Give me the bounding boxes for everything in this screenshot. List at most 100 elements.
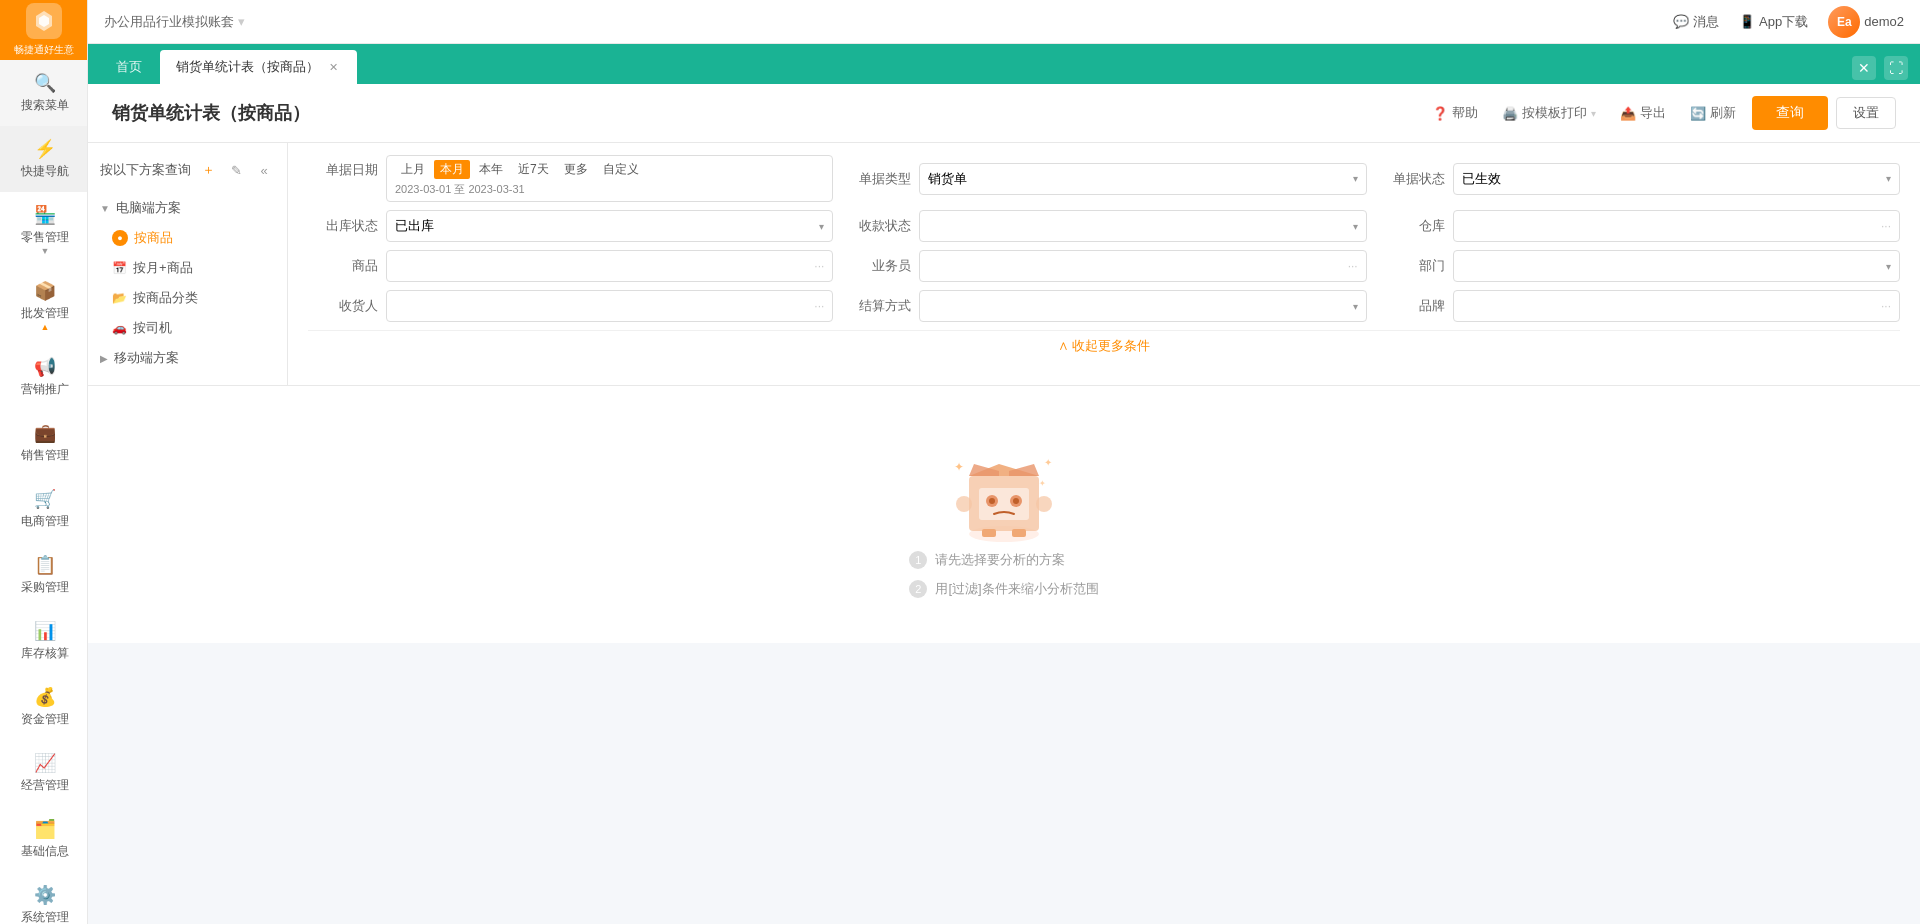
refresh-button[interactable]: 🔄 刷新 (1682, 98, 1744, 128)
svg-rect-7 (982, 529, 996, 537)
date-filter-input[interactable]: 上月 本月 本年 近7天 更多 自定义 2023-03-01 至 2023-03… (386, 155, 833, 202)
svg-rect-2 (979, 488, 1029, 520)
print-icon: 🖨️ (1502, 106, 1518, 121)
sidebar-item-system[interactable]: ⚙️ 系统管理 (0, 872, 87, 924)
avatar: Ea (1828, 6, 1860, 38)
sidebar-item-wholesale[interactable]: 📦 批发管理 ▲ (0, 268, 87, 344)
sidebar-item-search[interactable]: 🔍 搜索菜单 (0, 60, 87, 126)
warehouse-input[interactable]: ··· (1453, 210, 1900, 242)
svg-point-6 (1013, 498, 1019, 504)
settings-button[interactable]: 设置 (1836, 97, 1896, 129)
date-tab-more[interactable]: 更多 (558, 160, 594, 179)
receiver-label: 收货人 (308, 297, 378, 315)
doctype-label: 单据类型 (841, 170, 911, 188)
brand-input[interactable]: ··· (1453, 290, 1900, 322)
receiver-input[interactable]: ··· (386, 290, 833, 322)
tree-pc-section[interactable]: ▼ 电脑端方案 (88, 193, 287, 223)
sidebar-item-ecommerce[interactable]: 🛒 电商管理 (0, 476, 87, 542)
date-tab-thisyear[interactable]: 本年 (473, 160, 509, 179)
sidebar-item-basics[interactable]: 🗂️ 基础信息 (0, 806, 87, 872)
doctype-value: 销货单 (928, 170, 1352, 188)
tree-expand-arrow: ▼ (100, 203, 110, 214)
breadcrumb-text: 办公用品行业模拟账套 (104, 13, 234, 31)
tree-item-month-product[interactable]: 📅 按月+商品 (88, 253, 287, 283)
tree-dot-icon: ● (112, 230, 128, 246)
tip-1-text: 请先选择要分析的方案 (935, 546, 1065, 575)
tree-item-by-product[interactable]: ● 按商品 (88, 223, 287, 253)
receiptstatus-input[interactable]: ▾ (919, 210, 1366, 242)
refresh-icon: 🔄 (1690, 106, 1706, 121)
date-tab-lastmonth[interactable]: 上月 (395, 160, 431, 179)
date-tab-7days[interactable]: 近7天 (512, 160, 555, 179)
sidebar-item-inventory[interactable]: 📊 库存核算 (0, 608, 87, 674)
date-range: 2023-03-01 至 2023-03-31 (395, 182, 824, 197)
finance-icon: 💰 (34, 686, 56, 708)
empty-tip-1: 1 请先选择要分析的方案 (909, 546, 1098, 575)
tree-item-driver[interactable]: 🚗 按司机 (88, 313, 287, 343)
tab-close-button[interactable]: ✕ (325, 59, 341, 75)
date-tab-custom[interactable]: 自定义 (597, 160, 645, 179)
svg-rect-8 (1012, 529, 1026, 537)
sidebar-item-retail[interactable]: 🏪 零售管理 ▼ (0, 192, 87, 268)
query-button[interactable]: 查询 (1752, 96, 1828, 130)
wholesale-expand-icon: ▲ (41, 322, 50, 332)
app-download-action[interactable]: 📱 App下载 (1739, 13, 1808, 31)
docstatus-label: 单据状态 (1375, 170, 1445, 188)
sidebar-item-sales[interactable]: 💼 销售管理 (0, 410, 87, 476)
wholesale-icon: 📦 (34, 280, 56, 302)
sidebar-item-quicknav[interactable]: ⚡ 快捷导航 (0, 126, 87, 192)
date-tab-thismonth[interactable]: 本月 (434, 160, 470, 179)
avatar-initials: Ea (1837, 15, 1852, 29)
docstatus-input[interactable]: 已生效 ▾ (1453, 163, 1900, 195)
tab-home[interactable]: 首页 (100, 50, 158, 84)
payment-input[interactable]: ▾ (919, 290, 1366, 322)
brand-dots: ··· (1881, 299, 1891, 313)
sidebar-item-purchase[interactable]: 📋 采购管理 (0, 542, 87, 608)
user-action[interactable]: Ea demo2 (1828, 6, 1904, 38)
help-button[interactable]: ❓ 帮助 (1424, 98, 1486, 128)
filter-doctype-cell: 单据类型 销货单 ▾ (841, 155, 1366, 202)
dept-input[interactable]: ▾ (1453, 250, 1900, 282)
collapse-panel-button[interactable]: « (253, 159, 275, 181)
docstatus-arrow: ▾ (1886, 173, 1891, 184)
goods-input[interactable]: ··· (386, 250, 833, 282)
tree-item-product-cat[interactable]: 📂 按商品分类 (88, 283, 287, 313)
edit-scheme-button[interactable]: ✎ (225, 159, 247, 181)
tree-mobile-arrow: ▶ (100, 353, 108, 364)
tab-sales-report[interactable]: 销货单统计表（按商品） ✕ (160, 50, 357, 84)
tab-expand-button[interactable]: ⛶ (1884, 56, 1908, 80)
docstatus-value: 已生效 (1462, 170, 1886, 188)
content-area: 销货单统计表（按商品） ❓ 帮助 🖨️ 按模板打印 ▾ 📤 导出 🔄 刷新 (88, 84, 1920, 924)
outstatus-input[interactable]: 已出库 ▾ (386, 210, 833, 242)
sidebar-item-operations[interactable]: 📈 经营管理 (0, 740, 87, 806)
filter-goods-cell: 商品 ··· (308, 250, 833, 282)
doctype-input[interactable]: 销货单 ▾ (919, 163, 1366, 195)
add-scheme-button[interactable]: ＋ (197, 159, 219, 181)
filter-receiptstatus-cell: 收款状态 ▾ (841, 210, 1366, 242)
sidebar-item-marketing[interactable]: 📢 营销推广 (0, 344, 87, 410)
tab-close-all-button[interactable]: ✕ (1852, 56, 1876, 80)
brand-label: 品牌 (1375, 297, 1445, 315)
sidebar-item-finance[interactable]: 💰 资金管理 (0, 674, 87, 740)
svg-text:✦: ✦ (954, 460, 964, 474)
message-action[interactable]: 💬 消息 (1673, 13, 1719, 31)
payment-arrow: ▾ (1353, 301, 1358, 312)
print-arrow-icon: ▾ (1591, 108, 1596, 119)
topbar-actions: 💬 消息 📱 App下载 Ea demo2 (1673, 6, 1904, 38)
retail-expand-icon: ▼ (41, 246, 50, 256)
dept-arrow: ▾ (1886, 261, 1891, 272)
tree-item-product-cat-label: 按商品分类 (133, 289, 198, 307)
print-button[interactable]: 🖨️ 按模板打印 ▾ (1494, 98, 1604, 128)
user-name: demo2 (1864, 14, 1904, 29)
message-icon: 💬 (1673, 14, 1689, 29)
tree-icon-month: 📅 (112, 261, 127, 275)
sidebar-sales-label: 销售管理 (21, 447, 69, 464)
export-button[interactable]: 📤 导出 (1612, 98, 1674, 128)
filter-date-cell: 单据日期 上月 本月 本年 近7天 更多 自定义 2023-03-01 至 20… (308, 155, 833, 202)
collapse-button[interactable]: ∧ 收起更多条件 (308, 330, 1900, 361)
tip-num-1: 1 (909, 551, 927, 569)
sidebar-ecommerce-label: 电商管理 (21, 513, 69, 530)
tree-mobile-section[interactable]: ▶ 移动端方案 (88, 343, 287, 373)
salesman-input[interactable]: ··· (919, 250, 1366, 282)
tree-item-product-label: 按商品 (134, 229, 173, 247)
